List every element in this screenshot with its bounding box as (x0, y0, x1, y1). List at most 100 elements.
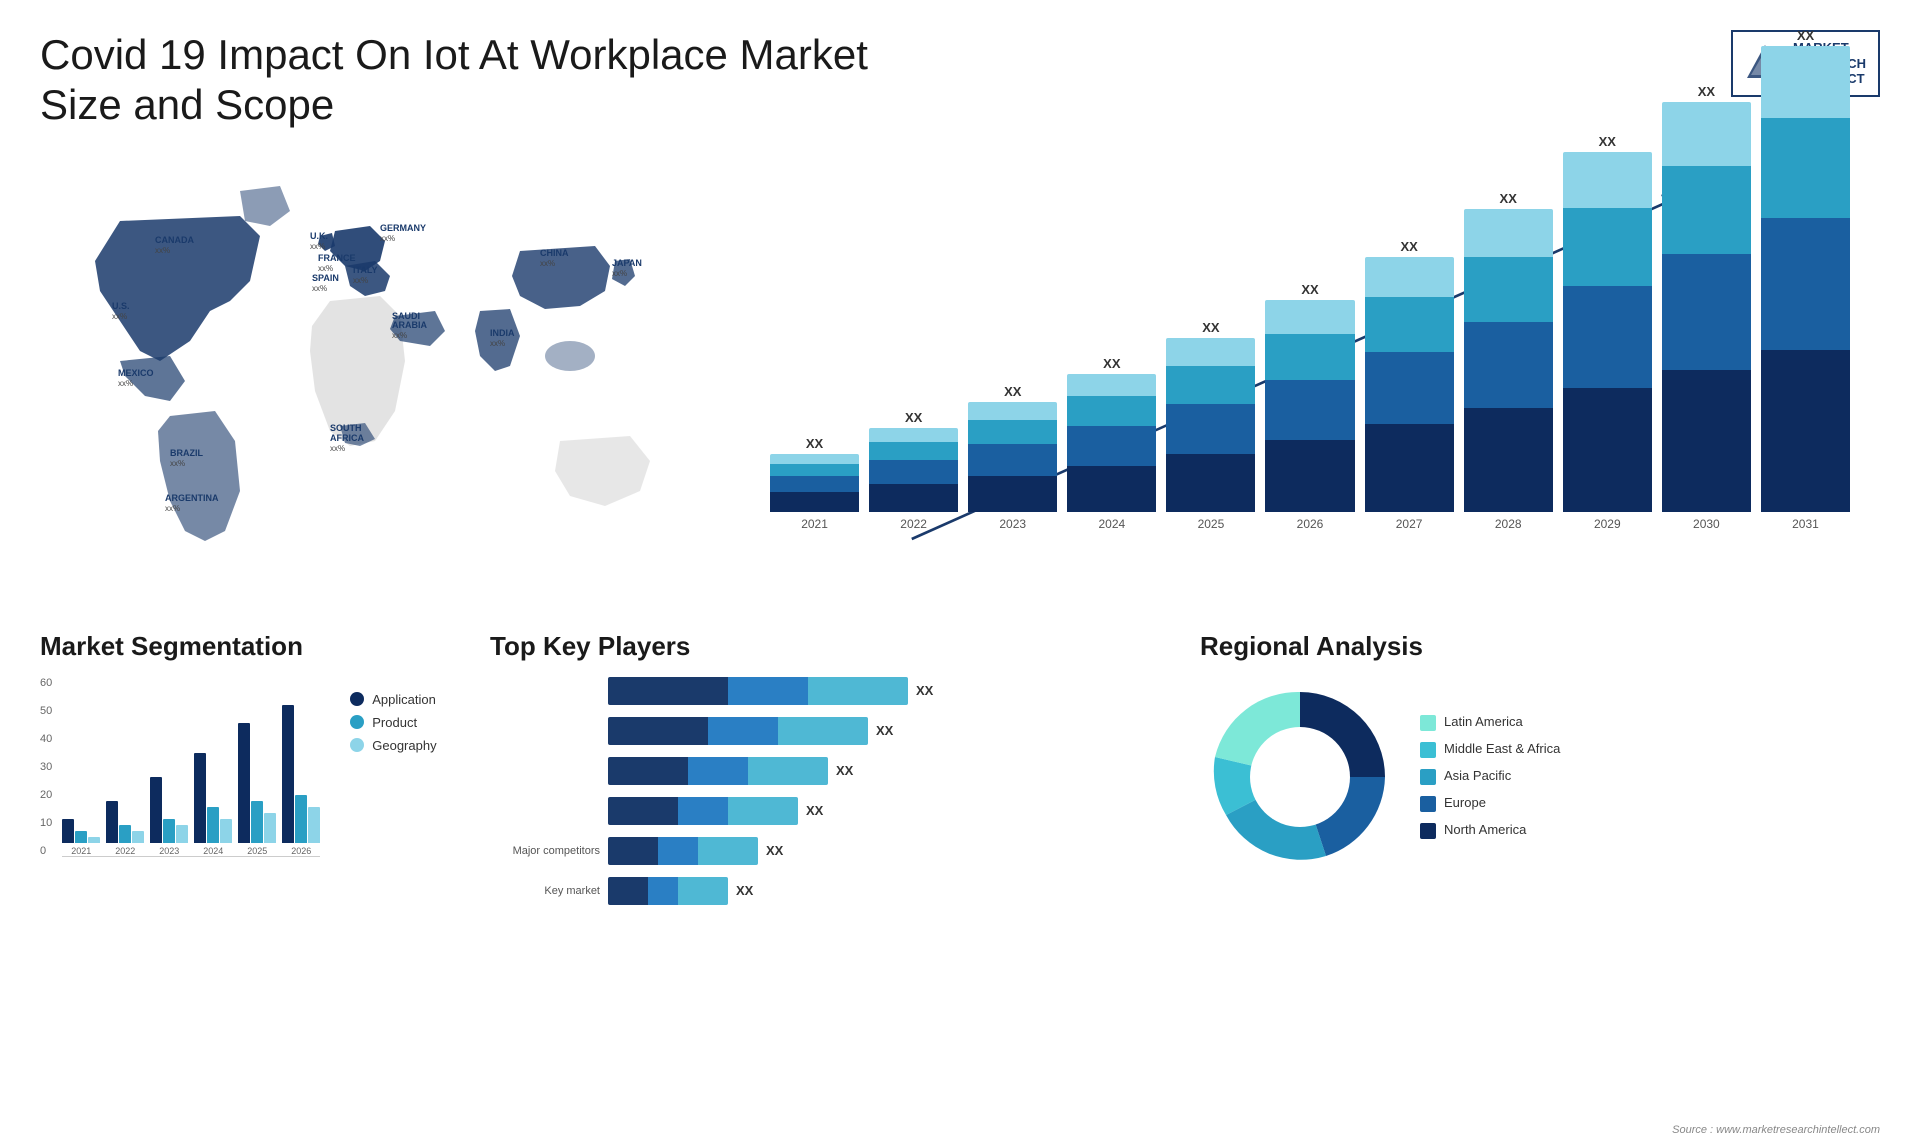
map-section: CANADA xx% U.S. xx% MEXICO xx% BRAZIL xx… (40, 151, 690, 601)
svg-text:ARGENTINA: ARGENTINA (165, 493, 219, 503)
bar-2022: XX 2022 (869, 410, 958, 531)
svg-text:xx%: xx% (112, 312, 127, 321)
seg-group-2025: 2025 (238, 723, 276, 856)
svg-text:xx%: xx% (612, 269, 627, 278)
seg-group-2021: 2021 (62, 819, 100, 856)
player-row-4: XX (490, 797, 1170, 825)
player-row-6: Key market XX (490, 877, 1170, 905)
bar-2031: XX 2031 (1761, 28, 1850, 531)
header: Covid 19 Impact On Iot At Workplace Mark… (0, 0, 1920, 151)
svg-text:SPAIN: SPAIN (312, 273, 339, 283)
player-row-5: Major competitors XX (490, 837, 1170, 865)
bar-chart-area: XX 2021 XX (730, 161, 1860, 581)
bars-container: XX 2021 XX (770, 191, 1850, 531)
bar-2023: XX 2023 (968, 384, 1057, 531)
player-row-2: XX (490, 717, 1170, 745)
seg-group-2022: 2022 (106, 801, 144, 856)
svg-text:INDIA: INDIA (490, 328, 515, 338)
bar-2029: XX 2029 (1563, 134, 1652, 531)
legend-europe: Europe (1420, 795, 1560, 812)
svg-text:xx%: xx% (330, 444, 345, 453)
bar-2025: XX 2025 (1166, 320, 1255, 531)
regional-legend: Latin America Middle East & Africa Asia … (1420, 714, 1560, 839)
player-row-3: XX (490, 757, 1170, 785)
bar-chart-section: XX 2021 XX (710, 151, 1880, 601)
legend-product: Product (350, 715, 436, 730)
player-label-key: Key market (490, 885, 600, 897)
segmentation-section: Market Segmentation 60 50 40 30 20 10 0 (40, 631, 460, 905)
svg-text:JAPAN: JAPAN (612, 258, 642, 268)
legend-color-latin-america (1420, 715, 1436, 731)
bar-2028: XX 2028 (1464, 191, 1553, 531)
regional-title: Regional Analysis (1200, 631, 1880, 662)
players-section: Top Key Players XX (490, 631, 1170, 905)
legend-geography: Geography (350, 738, 436, 753)
svg-text:xx%: xx% (490, 339, 505, 348)
svg-text:xx%: xx% (318, 264, 333, 273)
legend-asia-pacific: Asia Pacific (1420, 768, 1560, 785)
bar-xx-2021: XX (806, 436, 823, 451)
svg-text:BRAZIL: BRAZIL (170, 448, 203, 458)
player-label-major: Major competitors (490, 845, 600, 857)
seg-legend: Application Product Geography (350, 692, 436, 877)
svg-text:CHINA: CHINA (540, 248, 569, 258)
legend-application: Application (350, 692, 436, 707)
source-text: Source : www.marketresearchintellect.com (1672, 1124, 1880, 1136)
svg-text:U.K.: U.K. (310, 231, 328, 241)
legend-dot-product (350, 715, 364, 729)
svg-text:CANADA: CANADA (155, 235, 194, 245)
svg-text:xx%: xx% (165, 504, 180, 513)
svg-text:xx%: xx% (170, 459, 185, 468)
bar-2024: XX 2024 (1067, 356, 1156, 531)
segmentation-title: Market Segmentation (40, 631, 460, 662)
legend-color-europe (1420, 796, 1436, 812)
legend-north-america: North America (1420, 822, 1560, 839)
donut-chart (1200, 677, 1400, 877)
svg-text:ARABIA: ARABIA (392, 320, 427, 330)
svg-text:SOUTH: SOUTH (330, 423, 362, 433)
bar-year-2021: 2021 (801, 517, 828, 531)
legend-middle-east: Middle East & Africa (1420, 741, 1560, 758)
seg-group-2023: 2023 (150, 777, 188, 856)
svg-text:xx%: xx% (380, 234, 395, 243)
svg-text:FRANCE: FRANCE (318, 253, 356, 263)
bar-2027: XX 2027 (1365, 239, 1454, 531)
legend-dot-application (350, 692, 364, 706)
svg-text:U.S.: U.S. (112, 301, 130, 311)
svg-text:xx%: xx% (155, 246, 170, 255)
bar-2021: XX 2021 (770, 436, 859, 531)
svg-text:xx%: xx% (353, 276, 368, 285)
regional-content: Latin America Middle East & Africa Asia … (1200, 677, 1880, 877)
seg-bars-area: 2021 2022 (62, 677, 320, 877)
svg-text:xx%: xx% (118, 379, 133, 388)
main-content: CANADA xx% U.S. xx% MEXICO xx% BRAZIL xx… (0, 151, 1920, 621)
svg-text:xx%: xx% (310, 242, 325, 251)
legend-color-middle-east (1420, 742, 1436, 758)
svg-text:MEXICO: MEXICO (118, 368, 154, 378)
seg-group-2026: 2026 (282, 705, 320, 856)
players-title: Top Key Players (490, 631, 1170, 662)
regional-section: Regional Analysis (1200, 631, 1880, 905)
seg-content: 60 50 40 30 20 10 0 (40, 677, 460, 877)
seg-group-2024: 2024 (194, 753, 232, 856)
seg-y-axis: 60 50 40 30 20 10 0 (40, 677, 52, 877)
legend-color-asia-pacific (1420, 769, 1436, 785)
svg-text:xx%: xx% (540, 259, 555, 268)
svg-text:AFRICA: AFRICA (330, 433, 364, 443)
world-map-svg: CANADA xx% U.S. xx% MEXICO xx% BRAZIL xx… (40, 151, 690, 601)
bottom-row: Market Segmentation 60 50 40 30 20 10 0 (0, 631, 1920, 905)
page-title: Covid 19 Impact On Iot At Workplace Mark… (40, 30, 940, 131)
legend-latin-america: Latin America (1420, 714, 1560, 731)
bar-2026: XX 2026 (1265, 282, 1354, 531)
svg-text:GERMANY: GERMANY (380, 223, 426, 233)
legend-dot-geography (350, 738, 364, 752)
player-row-1: XX (490, 677, 1170, 705)
svg-text:ITALY: ITALY (353, 265, 378, 275)
svg-text:xx%: xx% (392, 331, 407, 340)
seg-bar-group: 2021 2022 (62, 677, 320, 857)
donut-svg (1200, 677, 1400, 877)
players-bars: XX XX (490, 677, 1170, 905)
legend-color-north-america (1420, 823, 1436, 839)
bar-2030: XX 2030 (1662, 84, 1751, 531)
seg-chart-with-axis: 60 50 40 30 20 10 0 (40, 677, 320, 877)
